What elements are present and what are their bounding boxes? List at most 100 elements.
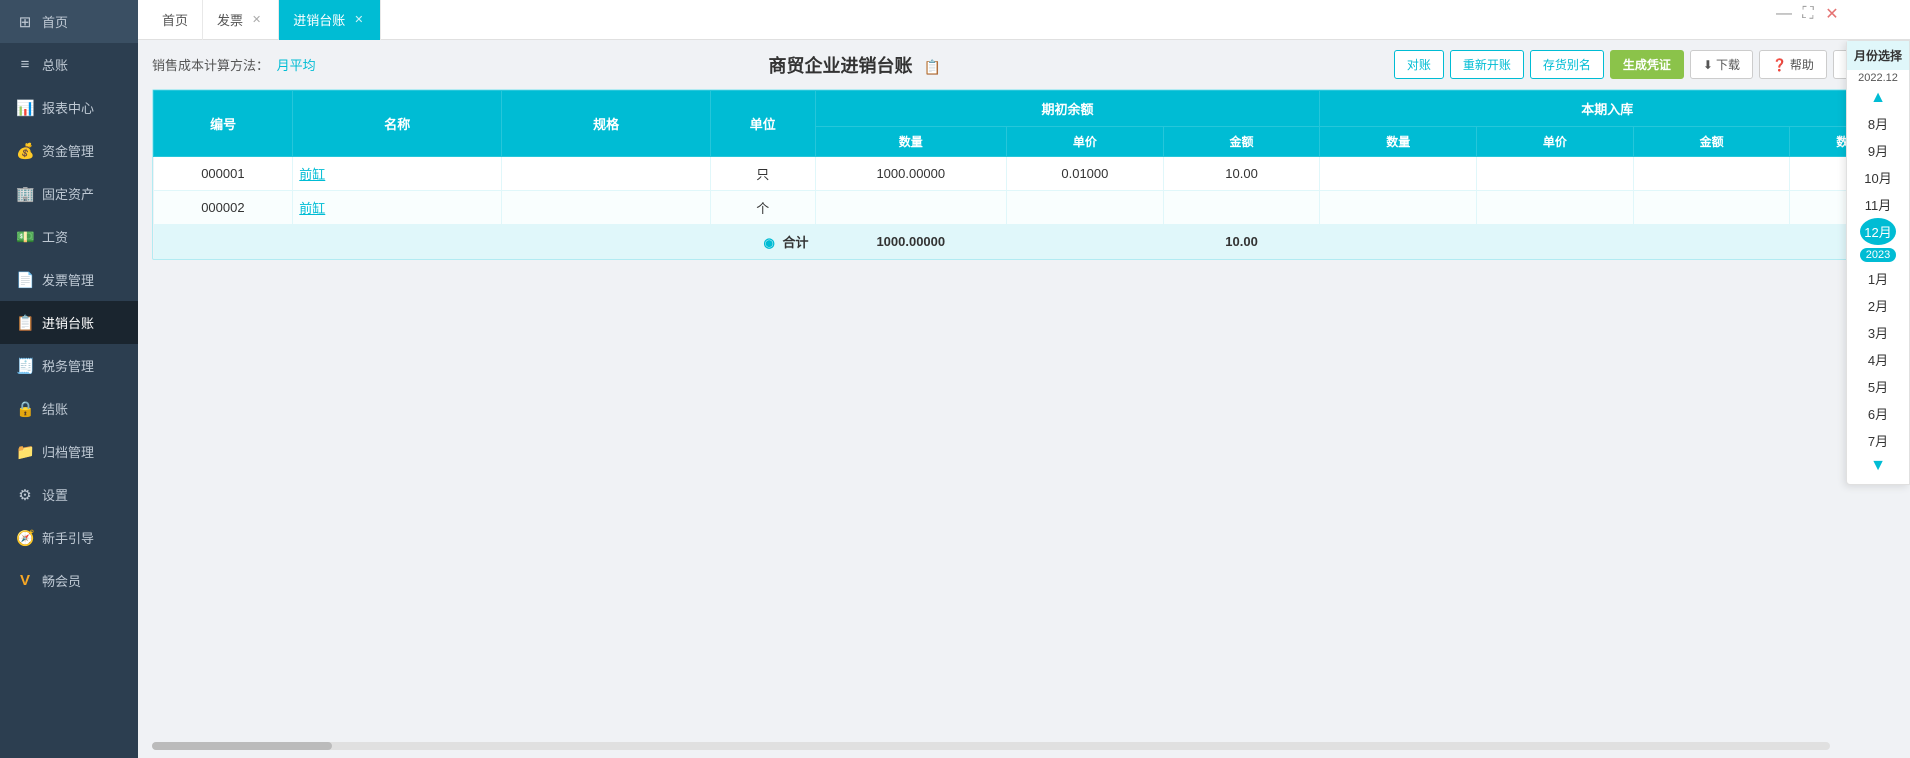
invoice-mgmt-icon: 📄: [16, 271, 34, 289]
sidebar-item-guide[interactable]: 🧭 新手引导: [0, 516, 138, 559]
generate-button[interactable]: 生成凭证: [1610, 50, 1684, 79]
sidebar-item-close[interactable]: 🔒 结账: [0, 387, 138, 430]
horizontal-scrollbar[interactable]: [152, 742, 1830, 750]
download-button[interactable]: ⬇ 下载: [1690, 50, 1753, 79]
duizhang-button[interactable]: 对账: [1394, 50, 1444, 79]
month-10[interactable]: 10月: [1847, 164, 1909, 191]
cell-mingcheng-1[interactable]: 前缸: [293, 157, 502, 191]
total-row: ◉ 合计 1000.00000 10.00: [154, 225, 1895, 259]
month-6[interactable]: 6月: [1847, 400, 1909, 427]
year-2023-badge: 2023: [1860, 248, 1896, 262]
sidebar-label-salary: 工资: [42, 227, 68, 246]
sidebar-label-close: 结账: [42, 399, 68, 418]
col-qichu-danjia: 单价: [1007, 127, 1164, 157]
cost-method-label: 销售成本计算方法：: [152, 58, 269, 73]
month-4[interactable]: 4月: [1847, 346, 1909, 373]
month-nav-up[interactable]: ▲: [1847, 86, 1909, 110]
sidebar-label-assets: 固定资产: [42, 184, 94, 203]
sidebar-item-home[interactable]: ⊞ 首页: [0, 0, 138, 43]
cell-qichu-danjia-2: [1007, 191, 1164, 225]
month-5[interactable]: 5月: [1847, 373, 1909, 400]
month-3[interactable]: 3月: [1847, 319, 1909, 346]
info-icon[interactable]: 📋: [924, 59, 941, 75]
cell-qichu-shuliang-2: [815, 191, 1007, 225]
sidebar-item-member[interactable]: V 畅会员: [0, 559, 138, 602]
total-ruku-danjia: [1477, 225, 1634, 259]
col-qichu: 期初余额: [815, 91, 1320, 127]
sidebar-label-invoice-mgmt: 发票管理: [42, 270, 94, 289]
month-9[interactable]: 9月: [1847, 137, 1909, 164]
close-accounts-icon: 🔒: [16, 400, 34, 418]
tab-purchase-sales-label: 进销台账: [293, 10, 345, 29]
sidebar-item-archive[interactable]: 📁 归档管理: [0, 430, 138, 473]
minimize-button[interactable]: —: [1776, 6, 1792, 22]
tabs-bar: 首页 发票 ✕ 进销台账 ✕: [138, 0, 1910, 40]
sidebar-label-home: 首页: [42, 12, 68, 31]
total-qichu-shuliang: 1000.00000: [815, 225, 1007, 259]
cunwei-button[interactable]: 存货别名: [1530, 50, 1604, 79]
month-7[interactable]: 7月: [1847, 427, 1909, 454]
month-nav-down[interactable]: ▼: [1847, 454, 1909, 478]
cell-ruku-shuliang-1: [1320, 157, 1477, 191]
home-icon: ⊞: [16, 13, 34, 31]
help-icon: ❓: [1772, 58, 1787, 72]
month-2[interactable]: 2月: [1847, 292, 1909, 319]
tab-invoice[interactable]: 发票 ✕: [203, 0, 279, 40]
tab-invoice-close[interactable]: ✕: [249, 12, 264, 27]
page-title: 商贸企业进销台账 📋: [316, 52, 1394, 78]
cell-ruku-danjia-2: [1477, 191, 1634, 225]
month-12[interactable]: 12月: [1860, 218, 1896, 245]
cell-mingcheng-2[interactable]: 前缸: [293, 191, 502, 225]
sidebar-item-funds[interactable]: 💰 资金管理: [0, 129, 138, 172]
month-1[interactable]: 1月: [1847, 265, 1909, 292]
funds-icon: 💰: [16, 142, 34, 160]
tab-invoice-label: 发票: [217, 10, 243, 29]
scrollbar-thumb[interactable]: [152, 742, 332, 750]
col-danwei: 单位: [711, 91, 815, 157]
total-qichu-danjia: [1007, 225, 1164, 259]
col-ruku-shuliang: 数量: [1320, 127, 1477, 157]
sidebar: ⊞ 首页 ≡ 总账 📊 报表中心 💰 资金管理 🏢 固定资产 💵 工资 📄 发票…: [0, 0, 138, 758]
help-label: 帮助: [1790, 56, 1814, 73]
cell-qichu-jine-2: [1163, 191, 1320, 225]
month-11[interactable]: 11月: [1847, 191, 1909, 218]
tax-icon: 🧾: [16, 357, 34, 375]
sidebar-label-tax: 税务管理: [42, 356, 94, 375]
ledger-icon: ≡: [16, 56, 34, 73]
toolbar-row: 销售成本计算方法： 月平均 商贸企业进销台账 📋 对账 重新开账 存货别名 生成…: [152, 50, 1896, 79]
sidebar-item-settings[interactable]: ⚙ 设置: [0, 473, 138, 516]
purchase-sales-icon: 📋: [16, 314, 34, 332]
cell-qichu-danjia-1: 0.01000: [1007, 157, 1164, 191]
maximize-button[interactable]: ⛶: [1800, 6, 1816, 22]
tab-purchase-sales-close[interactable]: ✕: [351, 12, 366, 27]
cell-biaohao-2: 000002: [154, 191, 293, 225]
sidebar-item-invoice-mgmt[interactable]: 📄 发票管理: [0, 258, 138, 301]
tab-purchase-sales[interactable]: 进销台账 ✕: [279, 0, 381, 40]
total-ruku-shuliang: [1320, 225, 1477, 259]
sidebar-item-purchase-sales[interactable]: 📋 进销台账: [0, 301, 138, 344]
sidebar-item-salary[interactable]: 💵 工资: [0, 215, 138, 258]
page-title-text: 商贸企业进销台账: [769, 56, 913, 76]
total-text: 合计: [783, 235, 809, 250]
year-2022-label: 2022.12: [1847, 70, 1909, 86]
toolbar-buttons: 对账 重新开账 存货别名 生成凭证 ⬇ 下载 ❓ 帮助 ↻ 刷新: [1394, 50, 1896, 79]
col-ruku-jine: 金额: [1633, 127, 1790, 157]
main-area: — ⛶ ✕ 首页 发票 ✕ 进销台账 ✕ 销售成本计算方法： 月平均 商贸企业进…: [138, 0, 1910, 758]
tab-home[interactable]: 首页: [148, 0, 203, 40]
cell-guige-2: [502, 191, 711, 225]
sidebar-item-ledger[interactable]: ≡ 总账: [0, 43, 138, 86]
close-window-button[interactable]: ✕: [1824, 6, 1840, 22]
window-controls: — ⛶ ✕: [1776, 6, 1840, 22]
sidebar-item-reports[interactable]: 📊 报表中心: [0, 86, 138, 129]
sidebar-item-tax[interactable]: 🧾 税务管理: [0, 344, 138, 387]
col-qichu-jine: 金额: [1163, 127, 1320, 157]
total-qichu-jine: 10.00: [1163, 225, 1320, 259]
cell-danwei-1: 只: [711, 157, 815, 191]
chongxin-button[interactable]: 重新开账: [1450, 50, 1524, 79]
month-8[interactable]: 8月: [1847, 110, 1909, 137]
help-button[interactable]: ❓ 帮助: [1759, 50, 1827, 79]
month-picker-title: 月份选择: [1847, 41, 1909, 70]
col-ruku: 本期入库: [1320, 91, 1895, 127]
sidebar-label-settings: 设置: [42, 485, 68, 504]
sidebar-item-assets[interactable]: 🏢 固定资产: [0, 172, 138, 215]
